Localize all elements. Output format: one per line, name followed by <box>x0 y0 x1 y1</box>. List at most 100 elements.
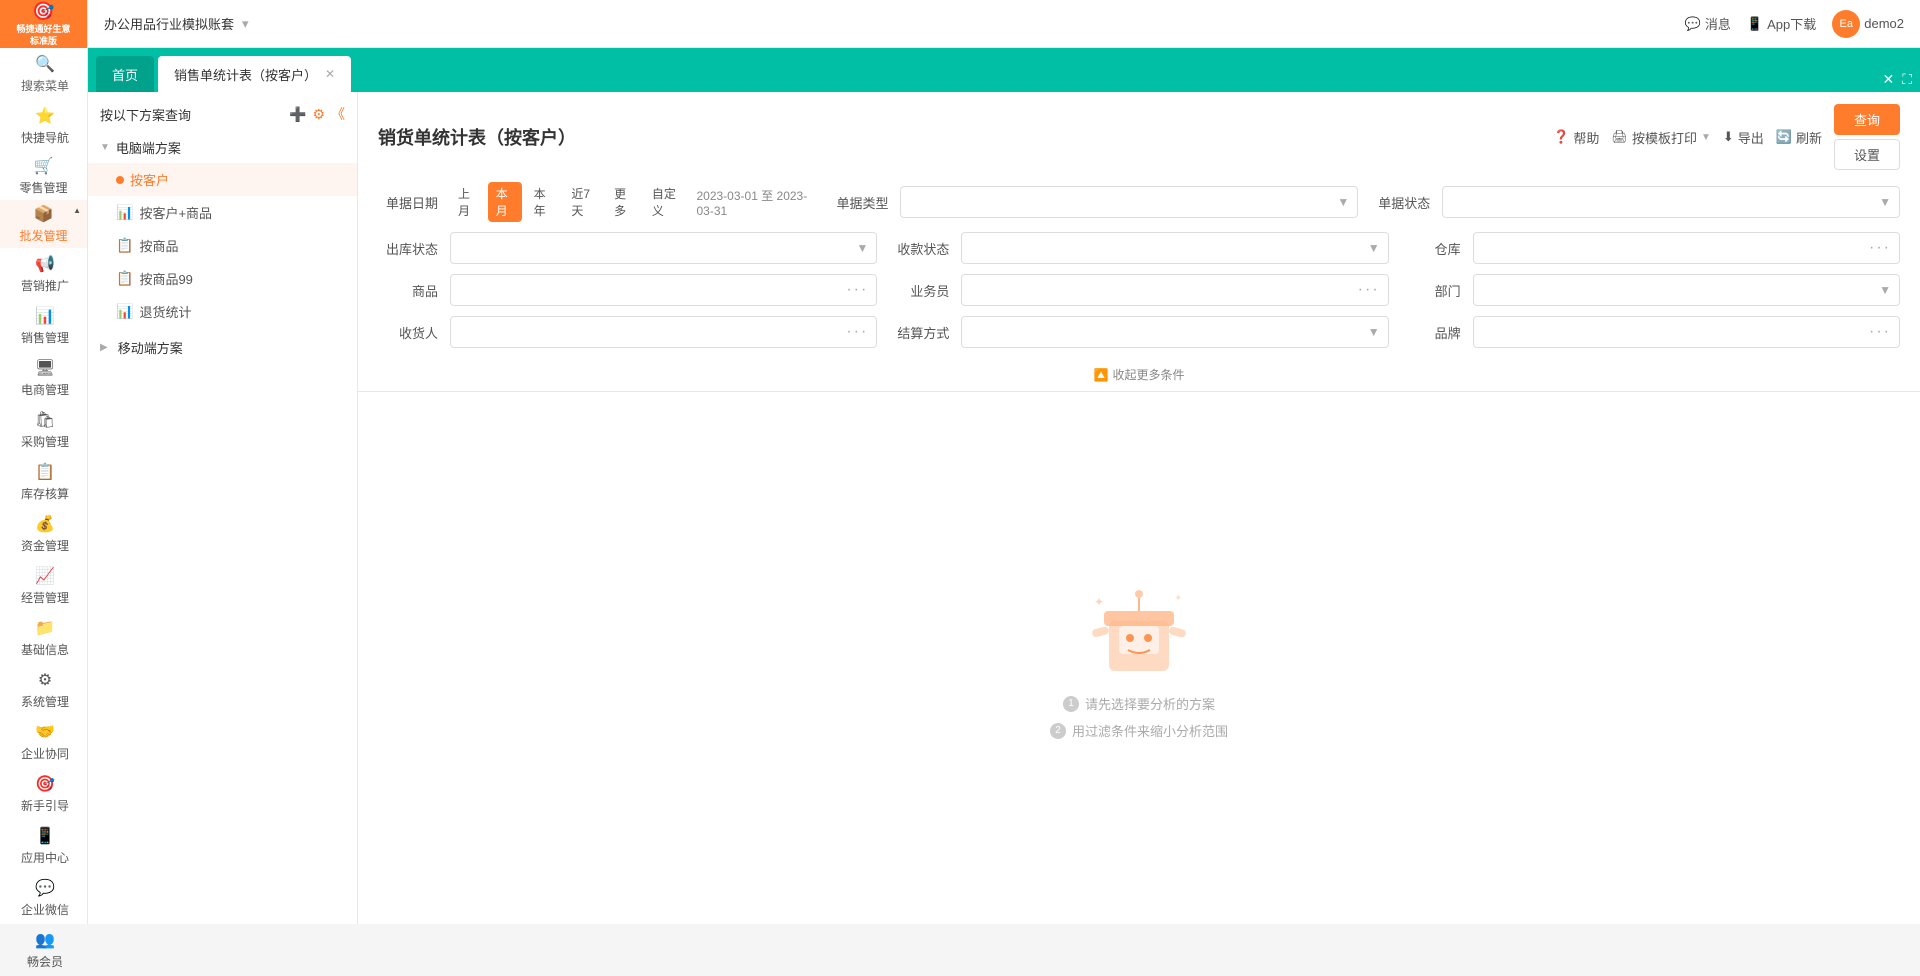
settings-btn[interactable]: 设置 <box>1834 139 1900 170</box>
doc-type-arrow-icon: ▼ <box>1337 195 1349 209</box>
empty-illustration: ✦ ✦ <box>1084 576 1194 686</box>
receiver-control[interactable]: ··· <box>450 316 877 348</box>
query-btn[interactable]: 查询 <box>1834 104 1900 135</box>
brand-control[interactable]: ··· <box>1473 316 1900 348</box>
export-label: 导出 <box>1738 128 1764 147</box>
sidebar-item-member[interactable]: 👥 畅会员 <box>0 924 87 976</box>
date-tab-more[interactable]: 更多 <box>606 182 640 222</box>
date-tab-this-month[interactable]: 本月 <box>488 182 522 222</box>
help-btn[interactable]: ❓ 帮助 <box>1553 128 1599 147</box>
scheme-item-by-goods-label: 按商品 <box>139 236 178 255</box>
doc-type-control[interactable]: ▼ <box>900 186 1358 218</box>
user-menu[interactable]: Ea demo2 <box>1832 10 1904 38</box>
tab-close-all-icon[interactable]: ✕ <box>1882 71 1894 88</box>
sidebar-item-purchase[interactable]: 🛍 采购管理 <box>0 404 87 456</box>
date-tab-custom[interactable]: 自定义 <box>644 182 687 222</box>
collapse-panel-icon[interactable]: 《 <box>331 104 345 124</box>
scheme-item-by-customer[interactable]: 按客户 <box>88 163 357 196</box>
scheme-item-by-customer-goods[interactable]: 📊 按客户+商品 <box>88 196 357 229</box>
enterprise-icon: 🤝 <box>35 722 55 742</box>
tab-statistics[interactable]: 销售单统计表（按客户） ✕ <box>158 56 351 92</box>
filter-row-1: 单据日期 上月 本月 本年 近7天 更多 自定义 2023-03-01 至 20… <box>378 182 1900 222</box>
refresh-btn[interactable]: 🔄 刷新 <box>1776 128 1822 147</box>
tab-close-icon[interactable]: ✕ <box>325 67 335 81</box>
sidebar-item-wholesale[interactable]: 📦 批发管理 <box>0 200 87 248</box>
message-btn[interactable]: 💬 消息 <box>1685 14 1731 33</box>
sidebar-item-sales[interactable]: 📊 销售管理 <box>0 300 87 352</box>
username: demo2 <box>1864 16 1904 31</box>
tab-expand-icon[interactable]: ⛶ <box>1902 71 1912 88</box>
app-download-btn[interactable]: 📱 App下载 <box>1747 14 1816 33</box>
sidebar-item-enterprise-wechat[interactable]: 💬 企业微信 <box>0 872 87 924</box>
receipt-status-control[interactable]: ▼ <box>961 232 1388 264</box>
help-icon: ❓ <box>1553 129 1569 145</box>
sidebar-item-marketing[interactable]: 📢 营销推广 <box>0 248 87 300</box>
date-tab-last-7days[interactable]: 近7天 <box>563 182 602 222</box>
desktop-scheme-group: ▼ 电脑端方案 按客户 📊 按客户+商品 📋 按商品 📋 按商品99 <box>88 132 357 328</box>
settings-scheme-icon[interactable]: ⚙ <box>312 106 325 123</box>
doc-status-label: 单据状态 <box>1370 193 1430 212</box>
basic-icon: 📁 <box>35 618 55 638</box>
scheme-item-by-goods[interactable]: 📋 按商品 <box>88 229 357 262</box>
topbar-right: 💬 消息 📱 App下载 Ea demo2 <box>1685 10 1904 38</box>
mobile-scheme-label: 移动端方案 <box>118 338 183 357</box>
warehouse-dots-icon: ··· <box>1869 239 1891 257</box>
new-user-icon: 🎯 <box>35 774 55 794</box>
goods-control[interactable]: ··· <box>450 274 877 306</box>
finance-icon: 💰 <box>35 514 55 534</box>
mobile-scheme-group[interactable]: ▶ 移动端方案 <box>88 332 357 363</box>
sidebar-label-new-user: 新手引导 <box>21 797 69 814</box>
star-icon: ⭐ <box>35 106 55 126</box>
member-icon: 👥 <box>35 930 55 950</box>
add-scheme-icon[interactable]: ➕ <box>289 106 306 123</box>
sidebar-item-search-menu[interactable]: 🔍 搜索菜单 <box>0 48 87 100</box>
sidebar-item-enterprise[interactable]: 🤝 企业协同 <box>0 716 87 768</box>
empty-hint-2-text: 用过滤条件来缩小分析范围 <box>1072 721 1228 740</box>
sidebar-item-app-center[interactable]: 📱 应用中心 <box>0 820 87 872</box>
sidebar-item-inventory[interactable]: 📋 库存核算 <box>0 456 87 508</box>
salesperson-label: 业务员 <box>889 281 949 300</box>
scheme-item-by-customer-goods-label: 按客户+商品 <box>139 203 212 222</box>
inventory-icon: 📋 <box>35 462 55 482</box>
query-btn-group: 查询 设置 <box>1834 104 1900 170</box>
salesperson-control[interactable]: ··· <box>961 274 1388 306</box>
sidebar-label-ecommerce: 电商管理 <box>21 381 69 398</box>
out-status-arrow-icon: ▼ <box>856 241 868 255</box>
sidebar-label-wholesale: 批发管理 <box>19 227 67 244</box>
chevron-up-icon: 🔼 <box>1094 368 1109 382</box>
sidebar-item-ecommerce[interactable]: 🖥 电商管理 <box>0 352 87 404</box>
collapse-bar[interactable]: 🔼 收起更多条件 <box>378 358 1900 391</box>
scheme-item-by-customer-label: 按客户 <box>130 170 169 189</box>
print-btn[interactable]: 🖨 按模板打印 ▼ <box>1611 128 1710 147</box>
scheme-item-by-goods-99[interactable]: 📋 按商品99 <box>88 262 357 295</box>
export-btn[interactable]: ⬇ 导出 <box>1723 128 1764 147</box>
date-tab-this-year[interactable]: 本年 <box>526 182 560 222</box>
sidebar-item-new-user[interactable]: 🎯 新手引导 <box>0 768 87 820</box>
topbar-title: 办公用品行业模拟账套 <box>104 14 234 33</box>
date-tab-last-month[interactable]: 上月 <box>450 182 484 222</box>
tab-statistics-label: 销售单统计表（按客户） <box>174 65 317 84</box>
goods-dots-icon: ··· <box>846 281 868 299</box>
goods-label: 商品 <box>378 281 438 300</box>
scheme-item-return-stats[interactable]: 📊 退货统计 <box>88 295 357 328</box>
sidebar-item-finance[interactable]: 💰 资金管理 <box>0 508 87 560</box>
sidebar-item-retail[interactable]: 🛒 零售管理 <box>0 152 87 200</box>
avatar: Ea <box>1832 10 1860 38</box>
desktop-scheme-title[interactable]: ▼ 电脑端方案 <box>88 132 357 163</box>
dept-control[interactable]: ▼ <box>1473 274 1900 306</box>
out-status-control[interactable]: ▼ <box>450 232 877 264</box>
warehouse-control[interactable]: ··· <box>1473 232 1900 264</box>
payment-method-control[interactable]: ▼ <box>961 316 1388 348</box>
sidebar-label-enterprise: 企业协同 <box>21 745 69 762</box>
doc-status-control[interactable]: ▼ <box>1442 186 1900 218</box>
sidebar-item-quick-nav[interactable]: ⭐ 快捷导航 <box>0 100 87 152</box>
sidebar-item-system[interactable]: ⚙ 系统管理 <box>0 664 87 716</box>
sidebar-item-operations[interactable]: 📈 经营管理 <box>0 560 87 612</box>
page-actions: ❓ 帮助 🖨 按模板打印 ▼ ⬇ 导出 🔄 <box>1553 104 1900 170</box>
sidebar-item-basic[interactable]: 📁 基础信息 <box>0 612 87 664</box>
app-download-icon: 📱 <box>1747 16 1763 32</box>
filter-row-2: 出库状态 ▼ 收款状态 ▼ 仓库 ··· <box>378 232 1900 264</box>
tab-home[interactable]: 首页 <box>96 56 154 92</box>
topbar-arrow[interactable]: ▾ <box>242 16 249 32</box>
page-header: 销货单统计表（按客户） ❓ 帮助 🖨 按模板打印 ▼ ⬇ <box>358 92 1920 392</box>
